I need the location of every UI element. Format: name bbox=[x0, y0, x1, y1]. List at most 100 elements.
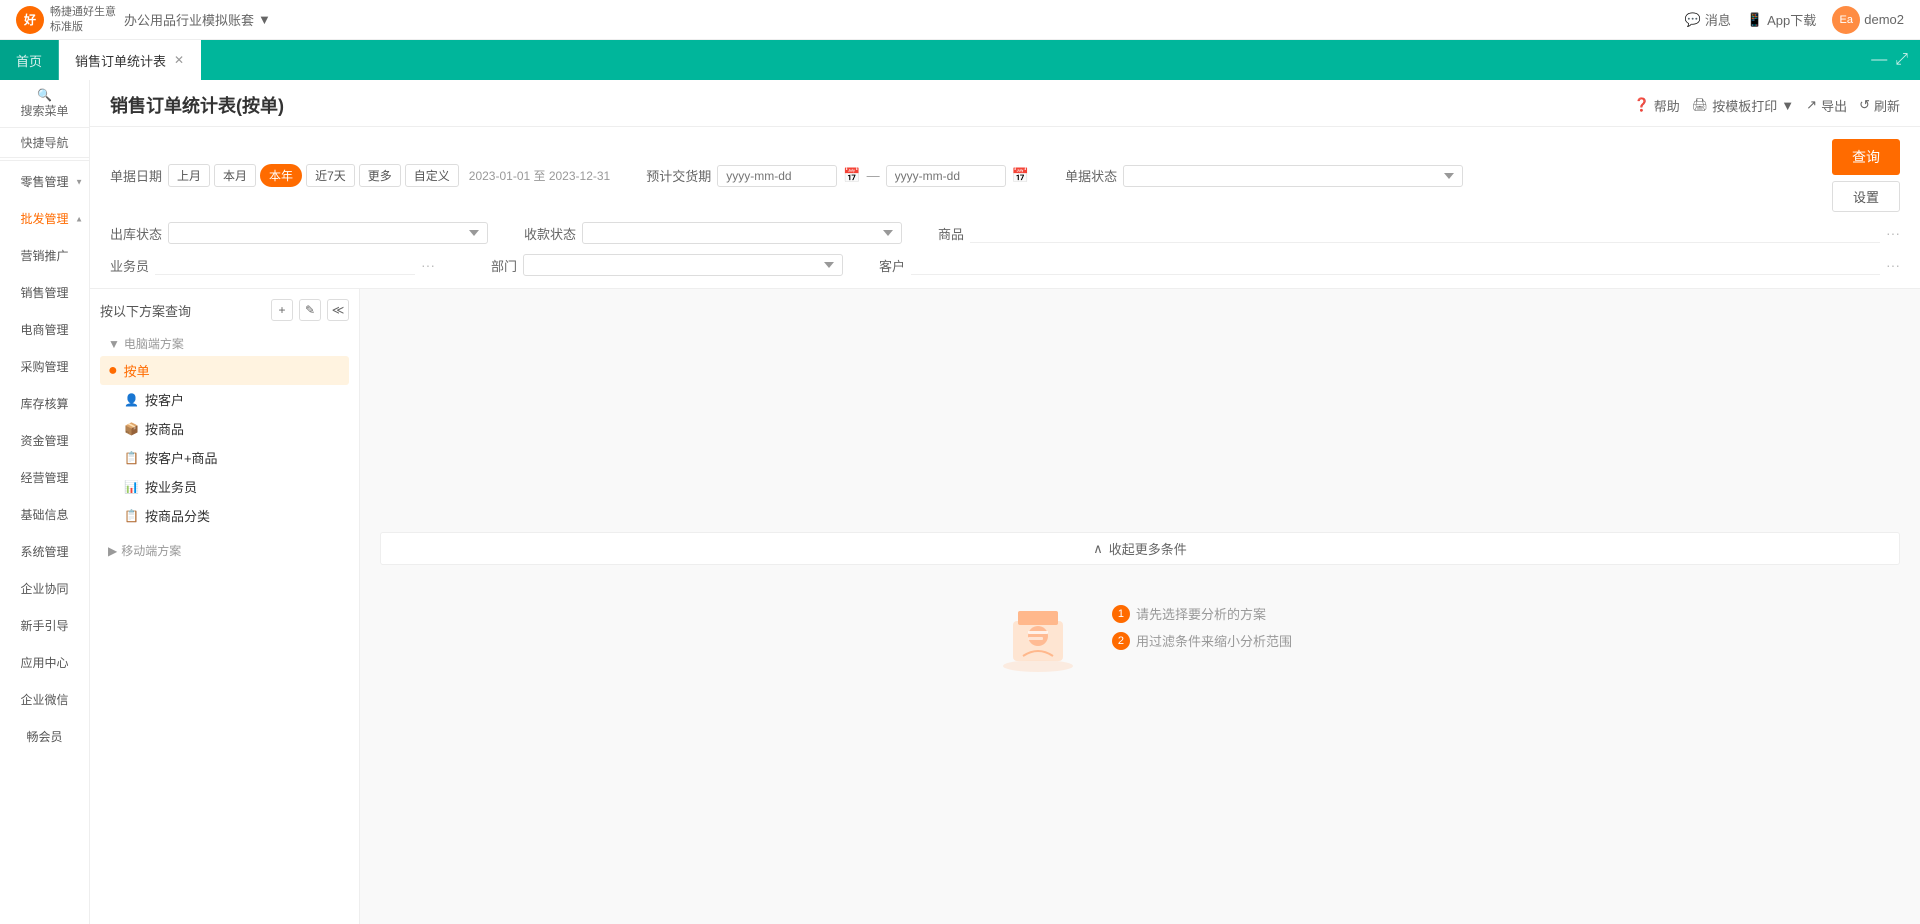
print-icon: 🖨 bbox=[1692, 97, 1709, 113]
sidebar-item-member[interactable]: 畅会员 bbox=[0, 718, 89, 755]
export-button[interactable]: ↗ 导出 bbox=[1806, 96, 1847, 115]
minimize-icon[interactable]: — bbox=[1871, 51, 1887, 69]
logo-text: 畅捷通好生意 标准版 bbox=[50, 5, 116, 34]
sidebar-item-finance[interactable]: 资金管理 bbox=[0, 422, 89, 459]
date-btn-custom[interactable]: 自定义 bbox=[405, 164, 459, 187]
edit-scheme-button[interactable]: ✎ bbox=[299, 299, 321, 321]
delivery-label: 预计交货期 bbox=[646, 166, 711, 185]
maximize-icon[interactable]: ⤢ bbox=[1895, 51, 1908, 69]
goods-more-icon[interactable]: ··· bbox=[1886, 225, 1900, 241]
salesperson-input[interactable] bbox=[155, 256, 415, 275]
message-button[interactable]: 💬 消息 bbox=[1685, 10, 1731, 29]
sidebar-item-newbie[interactable]: 新手引导 bbox=[0, 607, 89, 644]
by-salesperson-icon: 📊 bbox=[124, 480, 139, 494]
settings-button[interactable]: 设置 bbox=[1832, 181, 1900, 212]
workspace-selector[interactable]: 办公用品行业模拟账套 ▼ bbox=[124, 10, 271, 29]
date-btn-this-month[interactable]: 本月 bbox=[214, 164, 256, 187]
sidebar-search[interactable]: 🔍 搜索菜单 bbox=[0, 80, 89, 128]
date-btn-more[interactable]: 更多 bbox=[359, 164, 401, 187]
sidebar-item-purchase[interactable]: 采购管理 bbox=[0, 348, 89, 385]
filter-row-3: 业务员 ··· 部门 客户 ··· bbox=[110, 254, 1900, 276]
salesperson-section: 业务员 ··· bbox=[110, 256, 435, 275]
scheme-by-customer[interactable]: 👤 按客户 bbox=[116, 385, 349, 414]
sidebar-item-system[interactable]: 系统管理 bbox=[0, 533, 89, 570]
date-range-text: 2023-01-01 至 2023-12-31 bbox=[469, 167, 610, 184]
query-button[interactable]: 查询 bbox=[1832, 139, 1900, 175]
mobile-group-header: ▶ 移动端方案 bbox=[100, 538, 349, 563]
date-btn-last-7[interactable]: 近7天 bbox=[306, 164, 355, 187]
empty-tips: 1 请先选择要分析的方案 2 用过滤条件来缩小分析范围 bbox=[1112, 604, 1292, 658]
page-actions: ❓ 帮助 🖨 按模板打印 ▼ ↗ 导出 ↺ 刷新 bbox=[1634, 96, 1900, 115]
date-btn-last-month[interactable]: 上月 bbox=[168, 164, 210, 187]
panel-toolbar: 按以下方案查询 + ✎ ≪ bbox=[100, 299, 349, 321]
date-separator: — bbox=[867, 168, 880, 183]
scheme-by-goods[interactable]: 📦 按商品 bbox=[116, 414, 349, 443]
scheme-by-order[interactable]: ● 按单 bbox=[100, 356, 349, 385]
avatar: Ea bbox=[1832, 6, 1860, 34]
sidebar-item-inventory[interactable]: 库存核算 bbox=[0, 385, 89, 422]
scheme-by-goods-category[interactable]: 📋 按商品分类 bbox=[116, 501, 349, 530]
by-customer-goods-icon: 📋 bbox=[124, 451, 139, 465]
delivery-date-group: 📅 — 📅 bbox=[717, 165, 1029, 187]
data-area: ∧ 收起更多条件 bbox=[360, 289, 1920, 924]
add-scheme-button[interactable]: + bbox=[271, 299, 293, 321]
sidebar-item-appstore[interactable]: 应用中心 bbox=[0, 644, 89, 681]
scheme-by-customer-goods[interactable]: 📋 按客户+商品 bbox=[116, 443, 349, 472]
customer-input[interactable] bbox=[911, 256, 1880, 275]
goods-input[interactable] bbox=[970, 224, 1880, 243]
shipment-status-select[interactable] bbox=[168, 222, 488, 244]
empty-illustration bbox=[988, 581, 1088, 681]
date-filter-section: 单据日期 上月 本月 本年 近7天 更多 自定义 2023-01-01 至 20… bbox=[110, 164, 610, 187]
scheme-by-salesperson[interactable]: 📊 按业务员 bbox=[116, 472, 349, 501]
top-bar-right: 💬 消息 📱 App下载 Ea demo2 bbox=[1685, 6, 1904, 34]
sidebar-item-basic[interactable]: 基础信息 bbox=[0, 496, 89, 533]
collapse-bar[interactable]: ∧ 收起更多条件 bbox=[380, 532, 1900, 565]
sidebar-item-operations[interactable]: 经营管理 bbox=[0, 459, 89, 496]
department-select[interactable] bbox=[523, 254, 843, 276]
content-body: 按以下方案查询 + ✎ ≪ ▼ 电脑端方案 ● 按单 👤 按客户 bbox=[90, 289, 1920, 924]
delivery-date-start[interactable] bbox=[717, 165, 837, 187]
refresh-button[interactable]: ↺ 刷新 bbox=[1859, 96, 1900, 115]
empty-tip-1: 1 请先选择要分析的方案 bbox=[1112, 604, 1292, 623]
tab-close-icon[interactable]: ✕ bbox=[174, 53, 184, 67]
date-btn-this-year[interactable]: 本年 bbox=[260, 164, 302, 187]
date-buttons: 上月 本月 本年 近7天 更多 自定义 bbox=[168, 164, 459, 187]
sidebar-item-marketing[interactable]: 营销推广 bbox=[0, 237, 89, 274]
payment-section: 收款状态 bbox=[524, 222, 902, 244]
app-download-button[interactable]: 📱 App下载 bbox=[1747, 10, 1816, 29]
desktop-group-header: ▼ 电脑端方案 bbox=[100, 331, 349, 356]
desktop-expand-icon[interactable]: ▼ bbox=[108, 337, 120, 351]
customer-more-icon[interactable]: ··· bbox=[1886, 257, 1900, 273]
goods-section: 商品 ··· bbox=[938, 224, 1900, 243]
payment-status-select[interactable] bbox=[582, 222, 902, 244]
calendar-end-icon: 📅 bbox=[1012, 167, 1029, 184]
sidebar-item-ecommerce[interactable]: 电商管理 bbox=[0, 311, 89, 348]
filter-row-2: 出库状态 收款状态 商品 ··· bbox=[110, 222, 1900, 244]
sidebar-item-sales[interactable]: 销售管理 bbox=[0, 274, 89, 311]
scheme-list: 👤 按客户 📦 按商品 📋 按客户+商品 📊 按业务员 bbox=[116, 385, 349, 530]
delivery-date-end[interactable] bbox=[886, 165, 1006, 187]
mobile-expand-icon[interactable]: ▶ bbox=[108, 544, 117, 558]
user-menu[interactable]: Ea demo2 bbox=[1832, 6, 1904, 34]
sidebar-item-corp[interactable]: 企业协同 bbox=[0, 570, 89, 607]
sidebar-item-wholesale[interactable]: 批发管理 bbox=[0, 200, 89, 237]
order-status-section: 单据状态 bbox=[1065, 165, 1463, 187]
shipment-section: 出库状态 bbox=[110, 222, 488, 244]
collapse-panel-button[interactable]: ≪ bbox=[327, 299, 349, 321]
empty-tip-2: 2 用过滤条件来缩小分析范围 bbox=[1112, 631, 1292, 650]
print-arrow-icon: ▼ bbox=[1781, 98, 1794, 113]
salesperson-more-icon[interactable]: ··· bbox=[421, 257, 435, 273]
order-status-label: 单据状态 bbox=[1065, 166, 1117, 185]
shipment-label: 出库状态 bbox=[110, 224, 162, 243]
date-label: 单据日期 bbox=[110, 166, 162, 185]
order-status-select[interactable] bbox=[1123, 165, 1463, 187]
by-order-icon: ● bbox=[108, 362, 118, 380]
sidebar-item-retail[interactable]: 零售管理 bbox=[0, 163, 89, 200]
tab-home[interactable]: 首页 bbox=[0, 40, 59, 80]
template-print-button[interactable]: 🖨 按模板打印 ▼ bbox=[1692, 96, 1794, 115]
main-layout: 🔍 搜索菜单 快捷导航 零售管理 批发管理 营销推广 销售管理 电商管理 采购管… bbox=[0, 80, 1920, 924]
sidebar-quick-nav[interactable]: 快捷导航 bbox=[0, 128, 89, 158]
help-button[interactable]: ❓ 帮助 bbox=[1634, 96, 1680, 115]
sidebar-item-wechat[interactable]: 企业微信 bbox=[0, 681, 89, 718]
tab-sales-order-stats[interactable]: 销售订单统计表 ✕ bbox=[59, 40, 201, 80]
